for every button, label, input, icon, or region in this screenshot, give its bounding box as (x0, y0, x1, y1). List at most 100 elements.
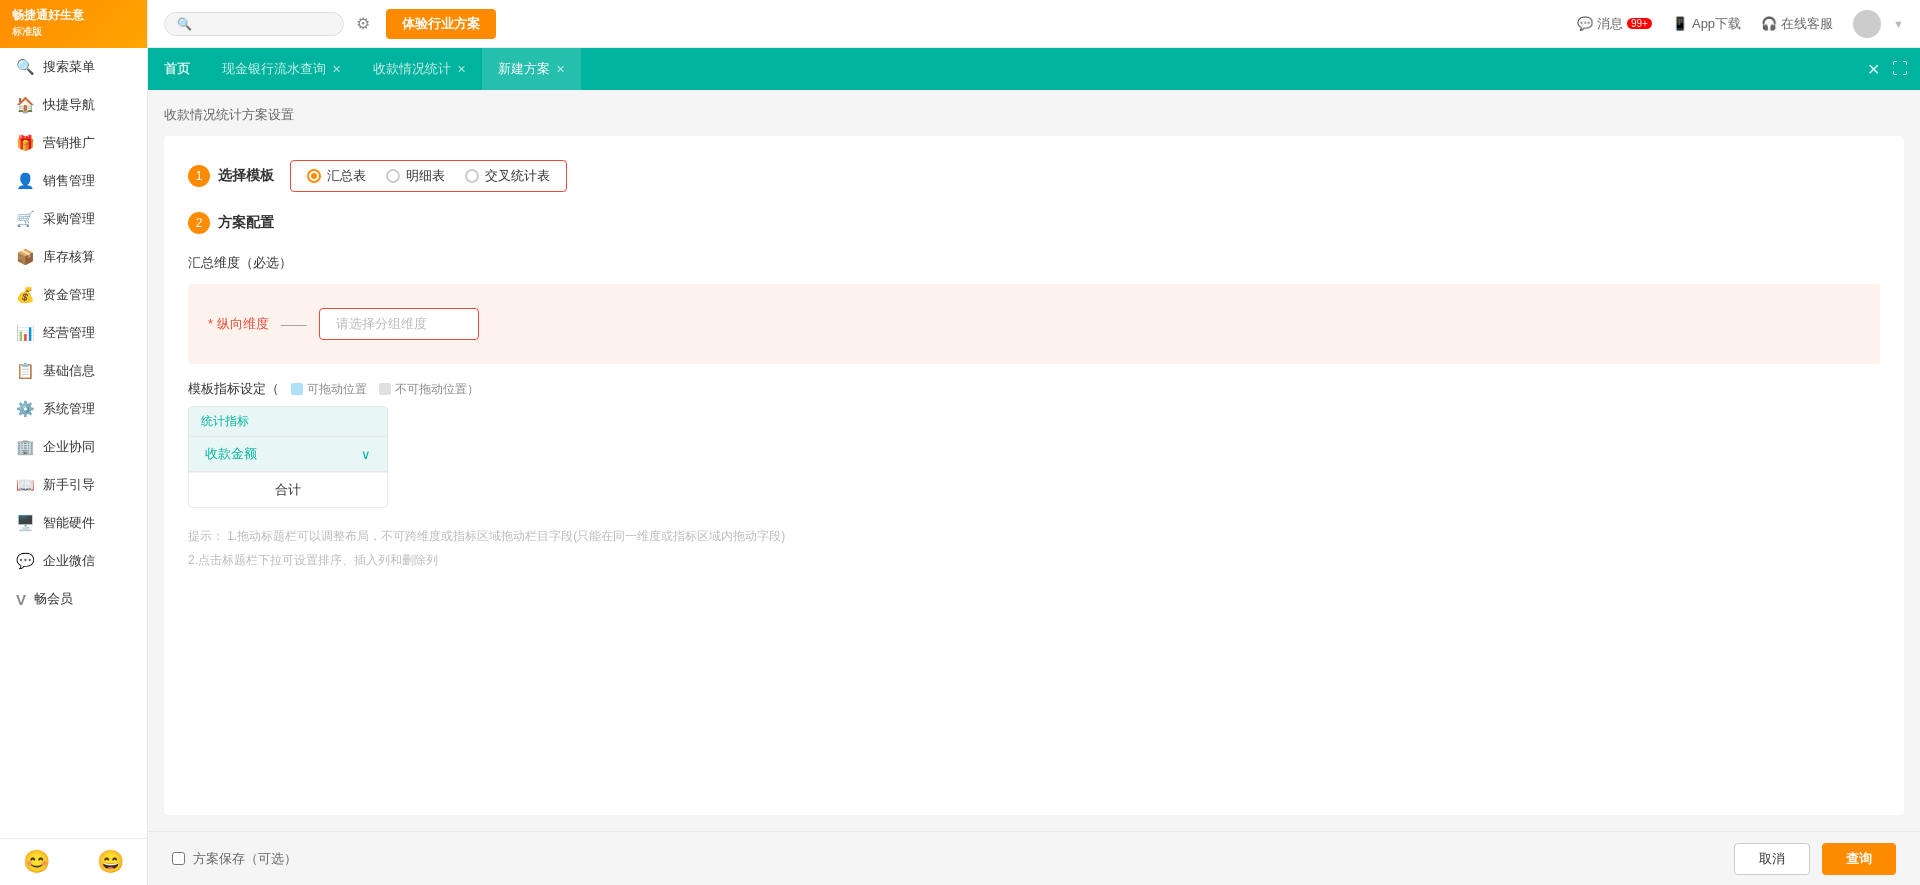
sidebar-item-label: 销售管理 (43, 172, 95, 190)
step1-row: 1 选择模板 汇总表 明细表 交叉统计表 (188, 160, 1880, 192)
tabbar-actions: ✕ ⛶ (1855, 48, 1920, 90)
radio-cross[interactable]: 交叉统计表 (465, 167, 550, 185)
search-icon: 🔍 (16, 58, 35, 76)
sidebar-item-purchase[interactable]: 🛒 采购管理 (0, 200, 147, 238)
sidebar-bottom-avatar2[interactable]: 😄 (97, 849, 124, 875)
sidebar-item-enterprise[interactable]: 🏢 企业协同 (0, 428, 147, 466)
messages-button[interactable]: 💬 消息 99+ (1577, 15, 1652, 33)
sidebar-item-search[interactable]: 🔍 搜索菜单 (0, 48, 147, 86)
tab-home-label: 首页 (164, 60, 190, 78)
gear-button[interactable]: ⚙ (356, 14, 370, 33)
legend-draggable: 可拖动位置 (291, 381, 367, 398)
chart-icon: 📊 (16, 324, 35, 342)
tab-new-plan-close[interactable]: ✕ (556, 63, 565, 76)
draggable-dot (291, 383, 303, 395)
dim-selector[interactable]: 请选择分组维度 (319, 308, 479, 340)
user-menu[interactable]: ▼ (1853, 10, 1904, 38)
building-icon: 🏢 (16, 438, 35, 456)
indicator-settings-label: 模板指标设定（ 可拖动位置 不可拖动位置） (188, 380, 1880, 398)
step1-badge: 1 (188, 165, 210, 187)
query-button[interactable]: 查询 (1822, 843, 1896, 875)
save-checkbox[interactable] (172, 852, 185, 865)
topbar-right: 💬 消息 99+ 📱 App下载 🎧 在线客服 ▼ (1577, 10, 1904, 38)
legend-static: 不可拖动位置） (379, 381, 479, 398)
sidebar: 畅捷通好生意标准版 🔍 搜索菜单 🏠 快捷导航 🎁 营销推广 👤 销售管理 🛒 … (0, 0, 148, 885)
sidebar-item-wechat[interactable]: 💬 企业微信 (0, 542, 147, 580)
sidebar-item-basics[interactable]: 📋 基础信息 (0, 352, 147, 390)
radio-btn-cross[interactable] (465, 169, 479, 183)
cancel-button[interactable]: 取消 (1734, 843, 1810, 875)
app-icon: 📱 (1672, 16, 1688, 31)
indicator-grid-header-label: 收款金额 (205, 445, 257, 463)
sidebar-item-label: 营销推广 (43, 134, 95, 152)
industry-plan-button[interactable]: 体验行业方案 (386, 9, 496, 39)
radio-label-summary: 汇总表 (327, 167, 366, 185)
tab-new-plan[interactable]: 新建方案 ✕ (482, 48, 581, 90)
tab-receipts-stat-label: 收款情况统计 (373, 60, 451, 78)
tab-cash-flow-close[interactable]: ✕ (332, 63, 341, 76)
sidebar-item-label: 企业微信 (43, 552, 95, 570)
book-icon: 📖 (16, 476, 35, 494)
radio-label-detail: 明细表 (406, 167, 445, 185)
tab-receipts-stat-close[interactable]: ✕ (457, 63, 466, 76)
topbar: 🔍 ⚙ 体验行业方案 💬 消息 99+ 📱 App下载 🎧 在线客服 ▼ (148, 0, 1920, 48)
radio-detail[interactable]: 明细表 (386, 167, 445, 185)
hint-2: 2.点击标题栏下拉可设置排序、插入列和删除列 (188, 548, 1880, 572)
sidebar-item-label: 快捷导航 (43, 96, 95, 114)
member-icon: V (16, 591, 26, 608)
chevron-down-icon[interactable]: ∨ (361, 447, 371, 462)
sidebar-item-hardware[interactable]: 🖥️ 智能硬件 (0, 504, 147, 542)
footer-actions: 取消 查询 (1734, 843, 1896, 875)
sidebar-item-label: 系统管理 (43, 400, 95, 418)
online-service-label: 在线客服 (1781, 15, 1833, 33)
dim-row-label: * 纵向维度 (208, 315, 269, 333)
close-all-icon[interactable]: ✕ (1867, 60, 1880, 79)
sidebar-item-marketing[interactable]: 🎁 营销推广 (0, 124, 147, 162)
fullscreen-icon[interactable]: ⛶ (1892, 60, 1908, 78)
indicator-grid: 统计指标 收款金额 ∨ 合计 (188, 406, 388, 508)
avatar (1853, 10, 1881, 38)
avatar-icon-1: 😊 (23, 849, 50, 875)
main-area: 🔍 ⚙ 体验行业方案 💬 消息 99+ 📱 App下载 🎧 在线客服 ▼ (148, 0, 1920, 885)
sidebar-item-label: 畅会员 (34, 590, 73, 608)
sidebar-item-member[interactable]: V 畅会员 (0, 580, 147, 618)
search-box[interactable]: 🔍 (164, 12, 344, 36)
sidebar-item-sales[interactable]: 👤 销售管理 (0, 162, 147, 200)
sidebar-bottom-avatar1[interactable]: 😊 (23, 849, 50, 875)
radio-summary[interactable]: 汇总表 (307, 167, 366, 185)
search-input[interactable] (196, 17, 336, 31)
sidebar-item-inventory[interactable]: 📦 库存核算 (0, 238, 147, 276)
step2-row: 2 方案配置 (188, 212, 1880, 234)
radio-btn-detail[interactable] (386, 169, 400, 183)
box-icon: 📦 (16, 248, 35, 266)
sidebar-item-funds[interactable]: 💰 资金管理 (0, 276, 147, 314)
sidebar-item-label: 采购管理 (43, 210, 95, 228)
sidebar-logo: 畅捷通好生意标准版 (0, 0, 147, 48)
sidebar-item-label: 库存核算 (43, 248, 95, 266)
app-download-label: App下载 (1692, 15, 1741, 33)
page-title: 收款情况统计方案设置 (164, 106, 1904, 124)
tab-cash-flow[interactable]: 现金银行流水查询 ✕ (206, 48, 357, 90)
sidebar-item-quick-nav[interactable]: 🏠 快捷导航 (0, 86, 147, 124)
tab-receipts-stat[interactable]: 收款情况统计 ✕ (357, 48, 482, 90)
content-area: 收款情况统计方案设置 1 选择模板 汇总表 明细表 (148, 90, 1920, 831)
plan-config: 汇总维度（必选） * 纵向维度 —— 请选择分组维度 模板指标设定（ 可拖动位置 (188, 254, 1880, 572)
indicator-section: 模板指标设定（ 可拖动位置 不可拖动位置） 统计指标 收 (188, 380, 1880, 508)
sidebar-item-system[interactable]: ⚙️ 系统管理 (0, 390, 147, 428)
indicator-grid-header[interactable]: 收款金额 ∨ (189, 437, 387, 472)
app-download-button[interactable]: 📱 App下载 (1672, 15, 1741, 33)
radio-btn-summary[interactable] (307, 169, 321, 183)
sidebar-item-newbie[interactable]: 📖 新手引导 (0, 466, 147, 504)
tab-home[interactable]: 首页 (148, 48, 206, 90)
hints: 提示： 1.拖动标题栏可以调整布局，不可跨维度或指标区域拖动栏目字段(只能在同一… (188, 524, 1880, 572)
sidebar-bottom: 😊 😄 (0, 838, 147, 885)
message-icon: 💬 (1577, 16, 1593, 31)
online-service-button[interactable]: 🎧 在线客服 (1761, 15, 1833, 33)
sidebar-item-label: 企业协同 (43, 438, 95, 456)
radio-label-cross: 交叉统计表 (485, 167, 550, 185)
sidebar-item-operations[interactable]: 📊 经营管理 (0, 314, 147, 352)
legend-static-label: 不可拖动位置） (395, 381, 479, 398)
dim-row: * 纵向维度 —— 请选择分组维度 (208, 308, 1860, 340)
sidebar-item-label: 搜索菜单 (43, 58, 95, 76)
chevron-down-icon: ▼ (1893, 18, 1904, 30)
